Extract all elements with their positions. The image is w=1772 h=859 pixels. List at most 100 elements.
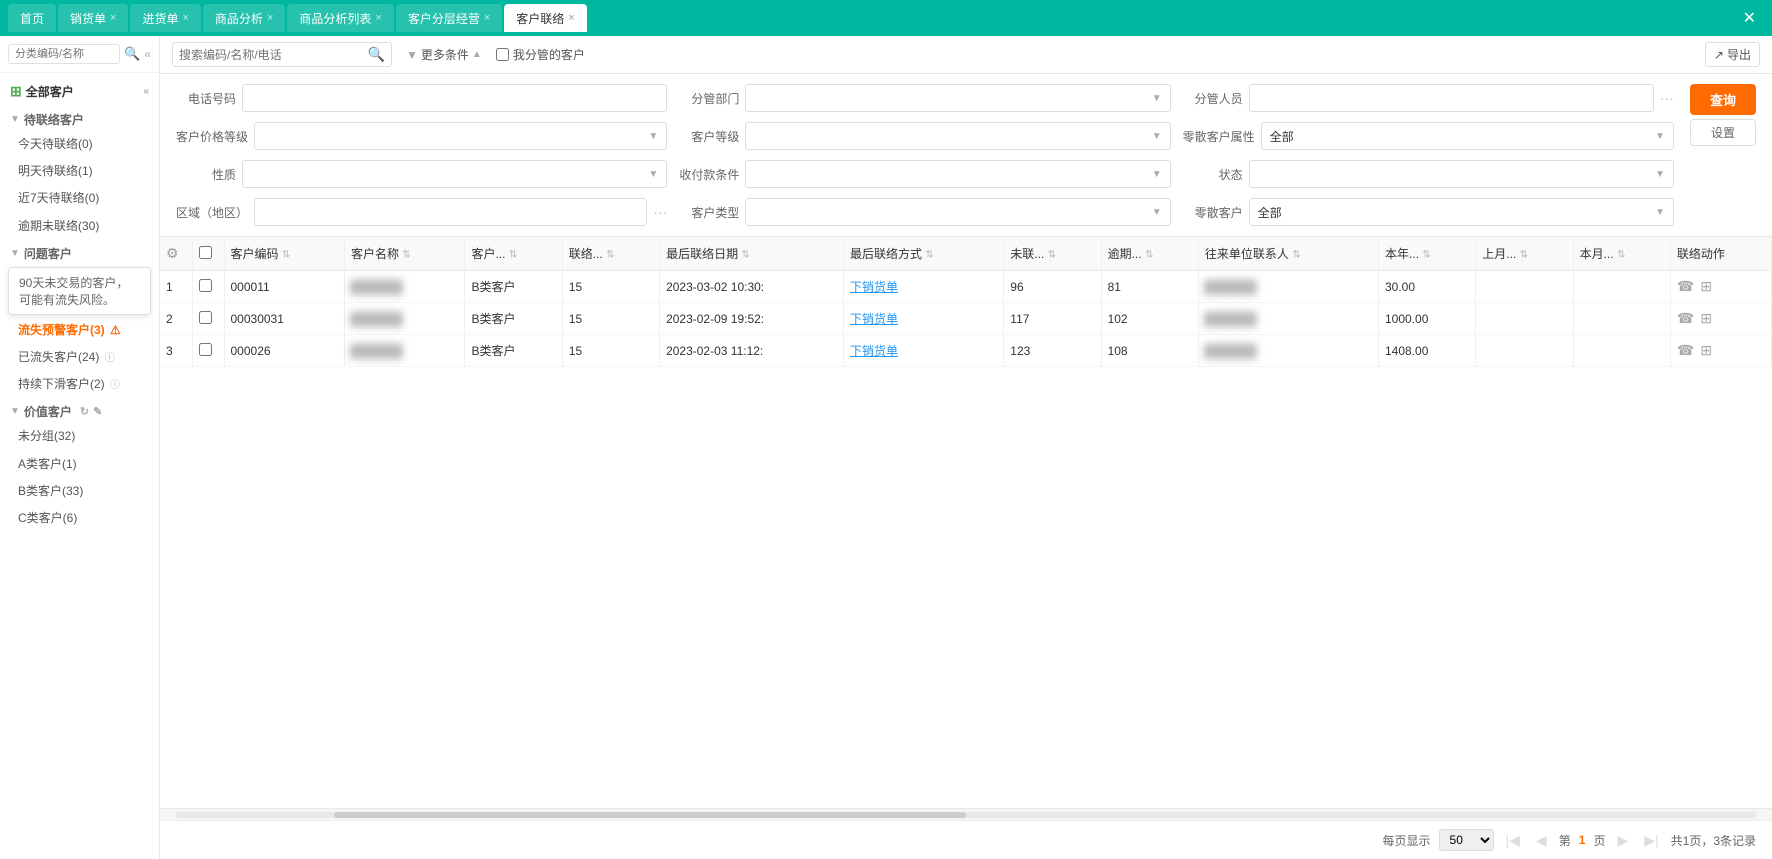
filter-phone-input[interactable] [242,84,667,112]
sidebar-item-week-pending[interactable]: 近7天待联络(0) [0,185,159,212]
action-contact-icon-2[interactable]: ☎ [1677,310,1694,327]
tab-purchase-order[interactable]: 进货单 × [130,4,200,32]
row-1-checkbox[interactable] [199,279,212,292]
search-button-icon[interactable]: 🔍 [368,46,385,63]
filter-zero-attr-select[interactable]: 全部 ▼ [1261,122,1674,150]
sidebar-item-class-c[interactable]: C类客户(6) [0,505,159,532]
sidebar-collapse-icon[interactable]: « [144,47,151,61]
row-3-checkbox[interactable] [199,343,212,356]
filter-customer-level-select[interactable]: ▼ [745,122,1170,150]
filter-payment-select[interactable]: ▼ [745,160,1170,188]
filter-gender-select[interactable]: ▼ [242,160,667,188]
action-more-icon-1[interactable]: ⊞ [1700,278,1712,295]
sidebar-search-input[interactable] [8,44,120,64]
tab-customer-contact[interactable]: 客户联络 × [504,4,586,32]
export-button[interactable]: ↗ 导出 [1705,42,1760,67]
sidebar-item-declining[interactable]: 持续下滑客户(2) ⓘ [0,371,159,398]
sidebar-item-overdue-pending[interactable]: 逾期未联络(30) [0,213,159,240]
sidebar-item-tomorrow-pending[interactable]: 明天待联络(1) [0,158,159,185]
edit-icon[interactable]: ✎ [93,405,102,418]
filter-price-level-select[interactable]: ▼ [254,122,667,150]
refresh-icon[interactable]: ↻ [80,405,89,418]
sort-method-icon[interactable]: ⇅ [925,249,933,260]
th-not-contact: 未联... ⇅ [1004,237,1101,271]
filter-customer-type-select[interactable]: ▼ [745,198,1170,226]
row-2-checkbox[interactable] [199,311,212,324]
tab-customer-contact-close[interactable]: × [568,12,574,24]
window-close-button[interactable]: ✕ [1735,4,1764,32]
action-more-icon-3[interactable]: ⊞ [1700,342,1712,359]
sort-last-month-icon[interactable]: ⇅ [1520,249,1528,260]
search-input-wrap: 🔍 [172,42,392,67]
my-customers-checkbox[interactable] [496,48,509,61]
tab-product-analysis-list-close[interactable]: × [375,12,381,24]
action-contact-icon-3[interactable]: ☎ [1677,342,1694,359]
td-overdue-3: 108 [1101,335,1198,367]
tab-purchase-order-close[interactable]: × [182,12,188,24]
th-month: 本月... ⇅ [1573,237,1670,271]
per-page-select[interactable]: 50 100 [1439,829,1494,851]
query-button[interactable]: 查询 [1690,84,1756,115]
sidebar-item-churned[interactable]: 已流失客户(24) ⓘ [0,344,159,371]
sort-overdue-icon[interactable]: ⇅ [1145,249,1153,260]
sort-type-icon[interactable]: ⇅ [509,249,517,260]
prev-page-button[interactable]: ◀ [1532,830,1551,851]
filter-row-4: 区域（地区） ··· 客户类型 ▼ 零散客户 [176,198,1674,226]
tab-sales-order-close[interactable]: × [110,12,116,24]
sort-name-icon[interactable]: ⇅ [402,249,410,260]
more-filter-button[interactable]: ▼ 更多条件 ▲ [400,43,488,66]
sidebar-collapse-btn[interactable]: « [143,86,149,97]
table-settings-icon[interactable]: ⚙ [166,245,179,261]
sidebar-section-value[interactable]: ▼ 价值客户 ↻ ✎ [0,398,159,423]
filter-region-dots[interactable]: ··· [653,204,667,220]
tab-home[interactable]: 首页 [8,4,56,32]
sort-code-icon[interactable]: ⇅ [282,249,290,260]
sort-year-icon[interactable]: ⇅ [1422,249,1430,260]
tab-sales-order[interactable]: 销货单 × [58,4,128,32]
tab-product-analysis-list[interactable]: 商品分析列表 × [287,4,393,32]
last-page-button[interactable]: ▶| [1640,830,1662,851]
my-customers-checkbox-label[interactable]: 我分管的客户 [496,46,585,63]
chevron-down-icon-9: ▼ [1655,207,1665,218]
sidebar-all-customers[interactable]: ⊞ 全部客户 « [0,77,159,106]
sidebar-section-problem[interactable]: ▼ 问题客户 [0,240,159,265]
settings-button[interactable]: 设置 [1690,119,1756,146]
sort-person-icon[interactable]: ⇅ [1292,249,1300,260]
next-page-button[interactable]: ▶ [1613,830,1632,851]
method-link-3[interactable]: 下销货单 [850,344,898,358]
td-action-3: ☎ ⊞ [1670,335,1771,367]
filter-person-input[interactable] [1249,84,1654,112]
sidebar-item-class-b[interactable]: B类客户(33) [0,478,159,505]
tab-product-analysis[interactable]: 商品分析 × [203,4,285,32]
sort-contact-icon[interactable]: ⇅ [606,249,614,260]
chevron-down-icon-5: ▼ [648,169,658,180]
sidebar-item-churn-warning[interactable]: 流失预警客户(3) ⚠ [0,317,159,344]
search-input[interactable] [179,48,364,62]
td-type-1: B类客户 [465,271,562,303]
action-more-icon-2[interactable]: ⊞ [1700,310,1712,327]
th-contact-person: 往来单位联系人 ⇅ [1198,237,1378,271]
filter-status-select[interactable]: ▼ [1249,160,1674,188]
sidebar-item-class-a[interactable]: A类客户(1) [0,451,159,478]
sidebar-search-icon[interactable]: 🔍 [124,46,140,62]
tab-customer-tiering-close[interactable]: × [484,12,490,24]
filter-region-input[interactable] [254,198,647,226]
method-link-1[interactable]: 下销货单 [850,280,898,294]
horizontal-scrollbar[interactable] [160,808,1772,820]
filter-person-dots[interactable]: ··· [1660,90,1674,106]
action-contact-icon-1[interactable]: ☎ [1677,278,1694,295]
sort-date-icon[interactable]: ⇅ [741,249,749,260]
tab-customer-tiering[interactable]: 客户分层经营 × [396,4,502,32]
filter-zero-customer-select[interactable]: 全部 ▼ [1249,198,1674,226]
method-link-2[interactable]: 下销货单 [850,312,898,326]
sidebar-item-ungrouped[interactable]: 未分组(32) [0,423,159,450]
select-all-checkbox[interactable] [199,246,212,259]
tab-product-analysis-close[interactable]: × [267,12,273,24]
sidebar-section-pending[interactable]: ▼ 待联络客户 [0,106,159,131]
sort-not-contact-icon[interactable]: ⇅ [1048,249,1056,260]
first-page-button[interactable]: |◀ [1502,830,1524,851]
filter-row-2: 客户价格等级 ▼ 客户等级 ▼ [176,122,1674,150]
sort-month-icon[interactable]: ⇅ [1617,249,1625,260]
sidebar-item-today-pending[interactable]: 今天待联络(0) [0,131,159,158]
filter-dept-select[interactable]: ▼ [745,84,1170,112]
